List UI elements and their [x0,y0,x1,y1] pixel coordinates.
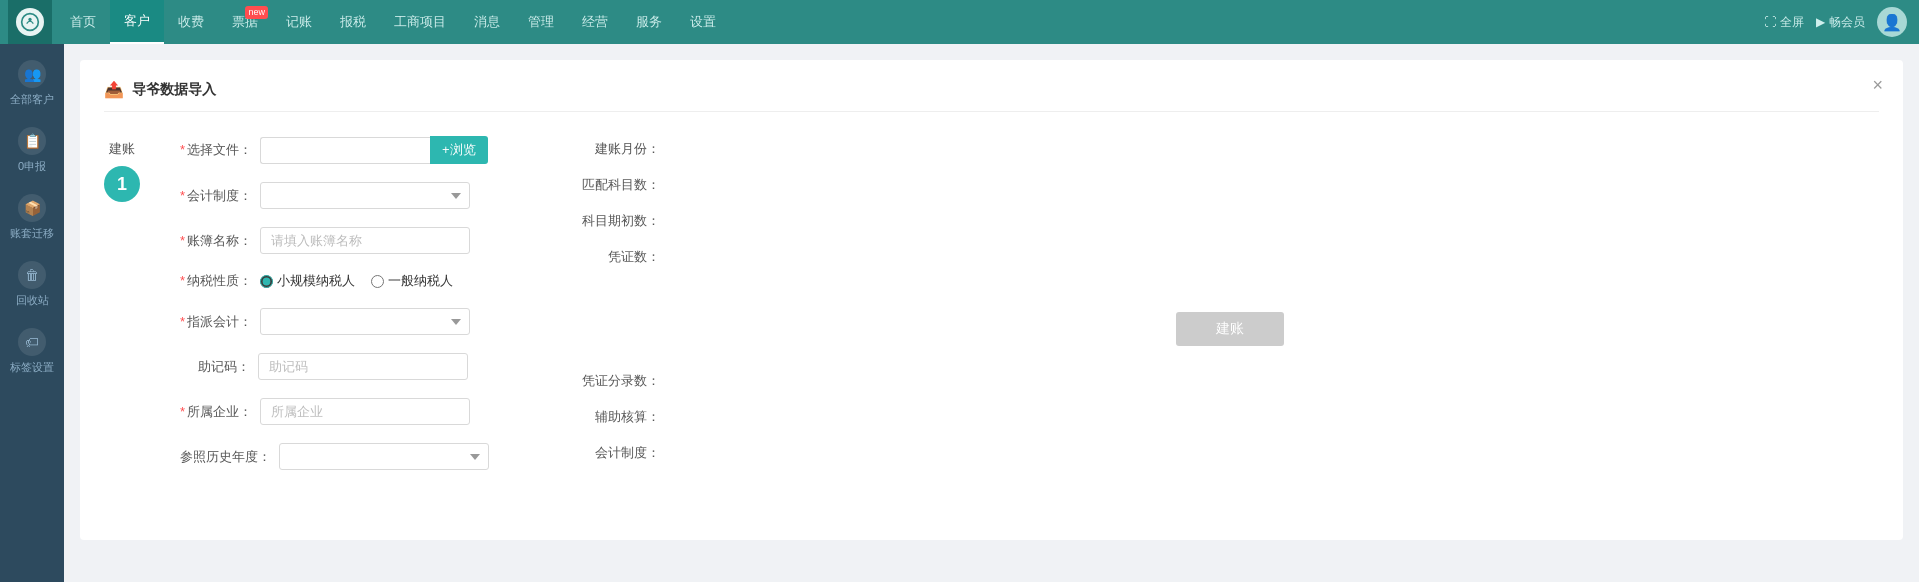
nav-item-fee[interactable]: 收费 [164,0,218,44]
voucher-row: 凭证数： [580,248,1879,266]
nav-items: 首页 客户 收费 票据 new 记账 报税 工商项目 消息 管理 经营 服务 设… [56,0,730,44]
tag-settings-icon: 🏷 [18,328,46,356]
sidebar-item-account-migration[interactable]: 📦 账套迁移 [0,186,64,249]
build-month-row: 建账月份： [580,140,1879,158]
recycle-icon: 🗑 [18,261,46,289]
history-select[interactable] [279,443,489,470]
fullscreen-icon: ⛶ [1764,15,1776,29]
account-migration-icon: 📦 [18,194,46,222]
ledger-input[interactable] [260,227,470,254]
top-nav: 首页 客户 收费 票据 new 记账 报税 工商项目 消息 管理 经营 服务 设… [0,0,1919,44]
info-panel: 建账月份： 匹配科目数： 科目期初数： 凭证数： [580,136,1879,470]
accountant-row: *指派会计： [180,308,540,335]
vip-btn[interactable]: ▶ 畅会员 [1816,14,1865,31]
nav-item-operation[interactable]: 经营 [568,0,622,44]
nav-item-home[interactable]: 首页 [56,0,110,44]
zero-report-icon: 📋 [18,127,46,155]
accountant-label: *指派会计： [180,313,252,331]
main-layout: 👥 全部客户 📋 0申报 📦 账套迁移 🗑 回收站 🏷 标签设置 📤 导爷数据导… [0,44,1919,582]
vip-icon: ▶ [1816,15,1825,29]
import-icon: 📤 [104,80,124,99]
new-badge: new [245,6,268,19]
file-input-group: +浏览 [260,136,488,164]
nav-item-service[interactable]: 服务 [622,0,676,44]
sidebar-item-tag-settings[interactable]: 🏷 标签设置 [0,320,64,383]
all-customers-icon: 👥 [18,60,46,88]
nav-item-business[interactable]: 工商项目 [380,0,460,44]
card-title: 📤 导爷数据导入 [104,80,1879,112]
accounting-label: *会计制度： [180,187,252,205]
nav-item-invoice[interactable]: 票据 new [218,0,272,44]
nav-item-message[interactable]: 消息 [460,0,514,44]
file-label: *选择文件： [180,141,252,159]
step-indicator: 建账 1 [104,136,140,470]
accounting-system-row: 会计制度： [580,444,1879,462]
nav-item-settings[interactable]: 设置 [676,0,730,44]
file-row: *选择文件： +浏览 [180,136,540,164]
tax-radio-group: 小规模纳税人 一般纳税人 [260,272,453,290]
logo[interactable] [8,0,52,44]
close-button[interactable]: × [1872,76,1883,94]
accounting-row: *会计制度： [180,182,540,209]
avatar-icon: 👤 [1882,13,1902,32]
fullscreen-btn[interactable]: ⛶ 全屏 [1764,14,1804,31]
history-row: 参照历史年度： [180,443,540,470]
form-layout: 建账 1 *选择文件： +浏览 [104,136,1879,470]
browse-button[interactable]: +浏览 [430,136,488,164]
nav-item-tax[interactable]: 报税 [326,0,380,44]
ledger-label: *账簿名称： [180,232,252,250]
sidebar-item-zero-report[interactable]: 📋 0申报 [0,119,64,182]
tax-label: *纳税性质： [180,272,252,290]
auxiliary-row: 辅助核算： [580,408,1879,426]
accountant-select[interactable] [260,308,470,335]
tax-option-small[interactable]: 小规模纳税人 [260,272,355,290]
nav-right: ⛶ 全屏 ▶ 畅会员 👤 [1764,7,1919,37]
form-left: 建账 1 *选择文件： +浏览 [104,136,540,470]
content-area: 📤 导爷数据导入 × 建账 1 [64,44,1919,582]
accounting-select[interactable] [260,182,470,209]
match-subject-row: 匹配科目数： [580,176,1879,194]
memo-label: 助记码： [180,358,250,376]
svg-point-1 [28,18,31,21]
file-input[interactable] [260,137,430,164]
build-account-button[interactable]: 建账 [1176,312,1284,346]
sidebar-item-recycle[interactable]: 🗑 回收站 [0,253,64,316]
tax-row: *纳税性质： 小规模纳税人 一般纳税人 [180,272,540,290]
company-row: *所属企业： [180,398,540,425]
svg-point-0 [22,14,39,31]
company-input[interactable] [260,398,470,425]
sidebar-item-all-customers[interactable]: 👥 全部客户 [0,52,64,115]
company-label: *所属企业： [180,403,252,421]
history-label: 参照历史年度： [180,448,271,466]
step-circle: 1 [104,166,140,202]
nav-item-manage[interactable]: 管理 [514,0,568,44]
memo-row: 助记码： [180,353,540,380]
voucher-entries-row: 凭证分录数： [580,372,1879,390]
nav-item-bookkeeping[interactable]: 记账 [272,0,326,44]
sidebar: 👥 全部客户 📋 0申报 📦 账套迁移 🗑 回收站 🏷 标签设置 [0,44,64,582]
memo-input[interactable] [258,353,468,380]
tax-option-general[interactable]: 一般纳税人 [371,272,453,290]
subject-period-row: 科目期初数： [580,212,1879,230]
ledger-row: *账簿名称： [180,227,540,254]
import-card: 📤 导爷数据导入 × 建账 1 [80,60,1903,540]
avatar[interactable]: 👤 [1877,7,1907,37]
form-fields: *选择文件： +浏览 *会计制度： [180,136,540,470]
nav-item-customer[interactable]: 客户 [110,0,164,44]
